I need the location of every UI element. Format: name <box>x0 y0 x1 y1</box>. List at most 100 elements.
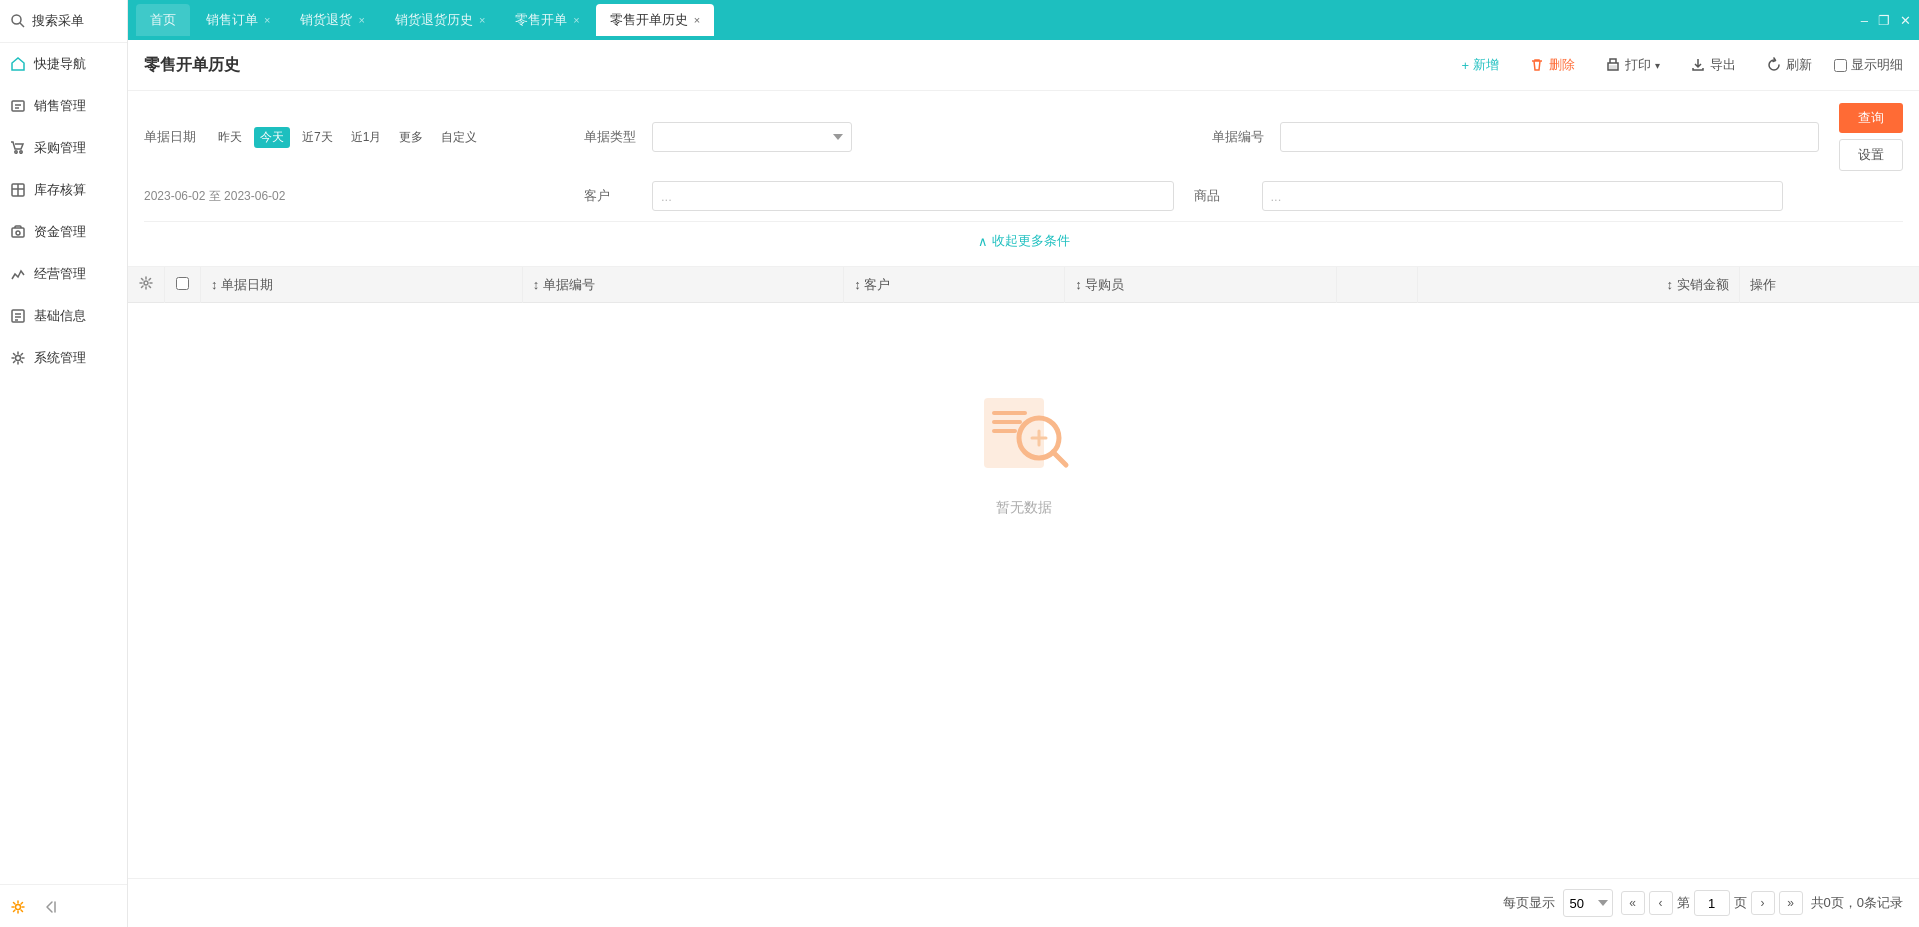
tab-home[interactable]: 首页 <box>136 4 190 36</box>
tab-sales-return-close[interactable]: × <box>358 14 364 26</box>
customer-input[interactable] <box>652 181 1174 211</box>
system-icon <box>10 350 26 367</box>
per-page-select[interactable]: 50 10 20 100 <box>1563 889 1613 917</box>
filter-dates: 昨天 今天 近7天 近1月 更多 自定义 <box>212 127 483 148</box>
page-prev-btn[interactable]: ‹ <box>1649 891 1673 915</box>
finance-icon <box>10 224 26 241</box>
svg-point-16 <box>16 356 21 361</box>
th-amount[interactable]: ↕ 实销金额 <box>1417 267 1739 303</box>
date-filter-label: 单据日期 <box>144 128 204 146</box>
tab-sales-return-history-close[interactable]: × <box>479 14 485 26</box>
print-button[interactable]: 打印 ▾ <box>1597 52 1668 78</box>
date-btn-1month[interactable]: 近1月 <box>345 127 388 148</box>
sidebar-bottom <box>0 884 127 927</box>
action-btns: 查询 设置 <box>1839 103 1903 171</box>
export-button[interactable]: 导出 <box>1682 52 1744 78</box>
window-minimize[interactable]: – <box>1861 13 1868 28</box>
th-number-label: ↕ 单据编号 <box>533 277 595 292</box>
refresh-icon <box>1766 57 1782 74</box>
th-number[interactable]: ↕ 单据编号 <box>522 267 844 303</box>
sidebar-item-inventory[interactable]: 库存核算 <box>0 169 127 211</box>
window-close[interactable]: ✕ <box>1900 13 1911 28</box>
page-input[interactable] <box>1694 890 1730 916</box>
add-button[interactable]: + 新增 <box>1453 52 1507 78</box>
add-icon: + <box>1461 58 1469 73</box>
tab-sales-return-history-label: 销货退货历史 <box>395 11 473 29</box>
sidebar-item-label: 销售管理 <box>34 97 86 115</box>
tab-sales-order[interactable]: 销售订单 × <box>192 4 284 36</box>
filter-row-2: 2023-06-02 至 2023-06-02 客户 商品 <box>144 181 1903 211</box>
empty-icon <box>964 383 1084 483</box>
export-label: 导出 <box>1710 56 1736 74</box>
type-filter-label: 单据类型 <box>584 128 644 146</box>
goods-input[interactable] <box>1262 181 1784 211</box>
query-button[interactable]: 查询 <box>1839 103 1903 133</box>
sidebar-item-basic-info[interactable]: 基础信息 <box>0 295 127 337</box>
print-dropdown-icon: ▾ <box>1655 60 1660 71</box>
page-header: 零售开单历史 + 新增 删除 <box>128 40 1919 91</box>
sidebar-item-quick-nav[interactable]: 快捷导航 <box>0 43 127 85</box>
page-first-btn[interactable]: « <box>1621 891 1645 915</box>
tabs-bar-right: – ❐ ✕ <box>1861 13 1911 28</box>
th-salesperson[interactable]: ↕ 导购员 <box>1065 267 1336 303</box>
collapse-sidebar-icon[interactable] <box>42 897 58 915</box>
export-icon <box>1690 57 1706 74</box>
th-checkbox[interactable] <box>165 267 201 303</box>
business-icon <box>10 266 26 283</box>
tab-sales-order-close[interactable]: × <box>264 14 270 26</box>
table-settings-icon[interactable] <box>138 279 154 294</box>
inventory-icon <box>10 182 26 199</box>
tab-sales-return-label: 销货退货 <box>300 11 352 29</box>
tab-retail-open-history-close[interactable]: × <box>694 14 700 26</box>
svg-rect-24 <box>992 420 1022 424</box>
page-title: 零售开单历史 <box>144 55 240 76</box>
svg-rect-2 <box>12 101 24 111</box>
svg-point-6 <box>20 151 22 153</box>
sidebar-item-purchase-mgmt[interactable]: 采购管理 <box>0 127 127 169</box>
sidebar-item-business[interactable]: 经营管理 <box>0 253 127 295</box>
svg-point-0 <box>12 15 21 24</box>
th-salesperson-label: ↕ 导购员 <box>1075 277 1124 292</box>
sidebar-item-label: 快捷导航 <box>34 55 86 73</box>
th-customer[interactable]: ↕ 客户 <box>844 267 1065 303</box>
date-btn-yesterday[interactable]: 昨天 <box>212 127 248 148</box>
select-all-checkbox[interactable] <box>176 277 189 290</box>
date-btn-7days[interactable]: 近7天 <box>296 127 339 148</box>
tab-sales-return[interactable]: 销货退货 × <box>286 4 378 36</box>
tab-retail-open[interactable]: 零售开单 × <box>501 4 593 36</box>
type-select[interactable] <box>652 122 852 152</box>
table-area: ↕ 单据日期 ↕ 单据编号 ↕ 客户 ↕ 导购员 ↕ <box>128 267 1919 878</box>
settings-button[interactable]: 设置 <box>1839 139 1903 171</box>
sidebar-search-label: 搜索采单 <box>32 12 84 30</box>
page-next-btn[interactable]: › <box>1751 891 1775 915</box>
sidebar-item-sales-mgmt[interactable]: 销售管理 <box>0 85 127 127</box>
svg-point-5 <box>15 151 17 153</box>
th-settings[interactable] <box>128 267 165 303</box>
collapse-filter-btn[interactable]: ∧ 收起更多条件 <box>144 228 1903 254</box>
sidebar-item-system[interactable]: 系统管理 <box>0 337 127 379</box>
svg-rect-23 <box>992 411 1027 415</box>
sidebar-item-label: 采购管理 <box>34 139 86 157</box>
tab-retail-open-history[interactable]: 零售开单历史 × <box>596 4 714 36</box>
sidebar-item-label: 资金管理 <box>34 223 86 241</box>
show-detail-input[interactable] <box>1834 59 1847 72</box>
date-btn-more[interactable]: 更多 <box>393 127 429 148</box>
gear-icon[interactable] <box>10 897 26 915</box>
pagination: 每页显示 50 10 20 100 « ‹ 第 页 › » 共0页，0条记录 <box>128 878 1919 927</box>
toolbar: + 新增 删除 <box>1453 52 1903 78</box>
svg-rect-20 <box>1610 66 1616 69</box>
number-input[interactable] <box>1280 122 1820 152</box>
sidebar-search[interactable]: 搜索采单 <box>0 0 127 43</box>
window-restore[interactable]: ❐ <box>1878 13 1890 28</box>
refresh-button[interactable]: 刷新 <box>1758 52 1820 78</box>
date-btn-today[interactable]: 今天 <box>254 127 290 148</box>
tab-sales-return-history[interactable]: 销货退货历史 × <box>381 4 499 36</box>
page-last-btn[interactable]: » <box>1779 891 1803 915</box>
sidebar-item-finance[interactable]: 资金管理 <box>0 211 127 253</box>
show-detail-checkbox[interactable]: 显示明细 <box>1834 56 1903 74</box>
delete-button[interactable]: 删除 <box>1521 52 1583 78</box>
th-date[interactable]: ↕ 单据日期 <box>201 267 523 303</box>
tab-retail-open-close[interactable]: × <box>573 14 579 26</box>
collapse-label: 收起更多条件 <box>992 232 1070 250</box>
date-btn-custom[interactable]: 自定义 <box>435 127 483 148</box>
